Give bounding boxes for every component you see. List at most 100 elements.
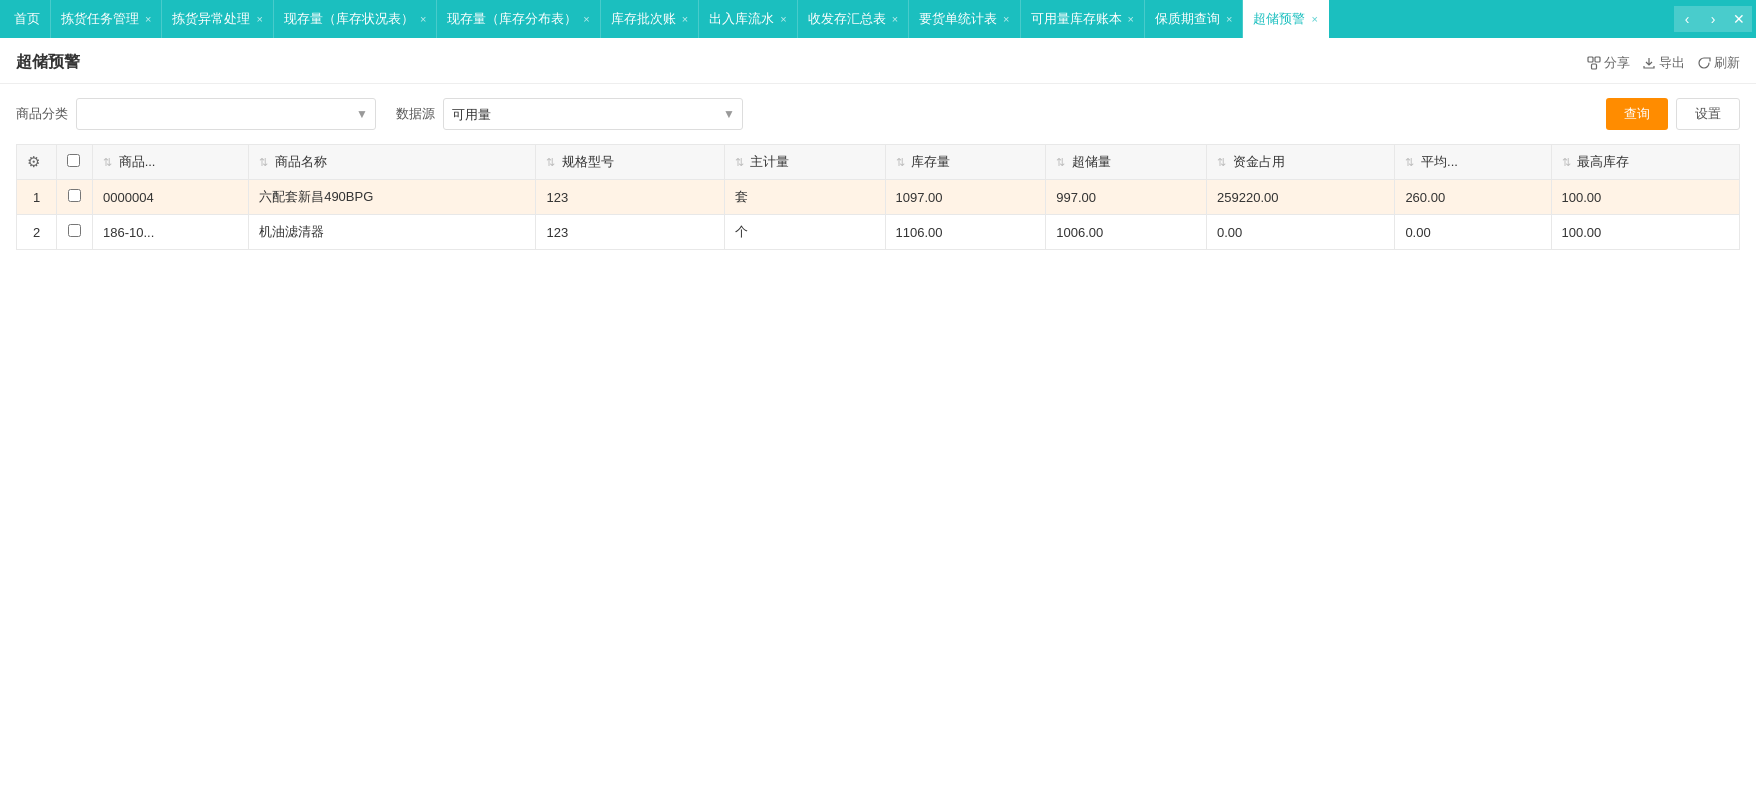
header-actions: 分享 导出 刷新 bbox=[1587, 54, 1740, 72]
category-filter: 商品分类 ▼ bbox=[16, 98, 376, 130]
cell-avg: 260.00 bbox=[1395, 180, 1551, 215]
datasource-label: 数据源 bbox=[396, 105, 435, 123]
cell-name: 六配套新昌490BPG bbox=[249, 180, 536, 215]
th-stock: ⇅ 库存量 bbox=[885, 145, 1046, 180]
nav-tab-inventory-dist[interactable]: 现存量（库存分布表） × bbox=[437, 0, 600, 38]
nav-prev-button[interactable]: ‹ bbox=[1674, 6, 1700, 32]
page-header: 超储预警 分享 导出 刷新 bbox=[0, 38, 1756, 84]
table-header: ⚙ ⇅ 商品... ⇅ 商品名称 ⇅ 规格型号 bbox=[17, 145, 1740, 180]
th-gear: ⚙ bbox=[17, 145, 57, 180]
nav-next-button[interactable]: › bbox=[1700, 6, 1726, 32]
close-icon[interactable]: × bbox=[1226, 13, 1232, 25]
refresh-button[interactable]: 刷新 bbox=[1697, 54, 1740, 72]
datasource-select[interactable]: 可用量 库存量 bbox=[443, 98, 743, 130]
row-number: 1 bbox=[17, 180, 57, 215]
nav-arrows: ‹ › ✕ bbox=[1674, 6, 1752, 32]
cell-spec: 123 bbox=[536, 215, 724, 250]
sort-icon: ⇅ bbox=[1217, 156, 1226, 168]
query-button[interactable]: 查询 bbox=[1606, 98, 1668, 130]
settings-button[interactable]: 设置 bbox=[1676, 98, 1740, 130]
svg-rect-2 bbox=[1592, 64, 1597, 69]
sort-icon: ⇅ bbox=[546, 156, 555, 168]
sort-icon: ⇅ bbox=[1056, 156, 1065, 168]
close-icon[interactable]: × bbox=[780, 13, 786, 25]
th-avg: ⇅ 平均... bbox=[1395, 145, 1551, 180]
column-settings-button[interactable]: ⚙ bbox=[27, 153, 40, 171]
nav-tab-inventory-status[interactable]: 现存量（库存状况表） × bbox=[274, 0, 437, 38]
row-number: 2 bbox=[17, 215, 57, 250]
export-icon bbox=[1642, 56, 1656, 70]
th-capital: ⇅ 资金占用 bbox=[1207, 145, 1395, 180]
cell-stock: 1097.00 bbox=[885, 180, 1046, 215]
cell-spec: 123 bbox=[536, 180, 724, 215]
table-row: 2 186-10... 机油滤清器 123 个 1106.00 1006.00 … bbox=[17, 215, 1740, 250]
sort-icon: ⇅ bbox=[259, 156, 268, 168]
row-checkbox[interactable] bbox=[68, 189, 81, 202]
th-code: ⇅ 商品... bbox=[93, 145, 249, 180]
th-unit: ⇅ 主计量 bbox=[724, 145, 885, 180]
close-icon[interactable]: × bbox=[1003, 13, 1009, 25]
table-row: 1 0000004 六配套新昌490BPG 123 套 1097.00 997.… bbox=[17, 180, 1740, 215]
share-icon bbox=[1587, 56, 1601, 70]
nav-tab-picking-task[interactable]: 拣货任务管理 × bbox=[51, 0, 162, 38]
nav-tab-batch[interactable]: 库存批次账 × bbox=[601, 0, 699, 38]
row-checkbox[interactable] bbox=[68, 224, 81, 237]
close-icon[interactable]: × bbox=[1128, 13, 1134, 25]
cell-avg: 0.00 bbox=[1395, 215, 1551, 250]
datasource-select-wrapper: 可用量 库存量 ▼ bbox=[443, 98, 743, 130]
sort-icon: ⇅ bbox=[1405, 156, 1414, 168]
cell-name: 机油滤清器 bbox=[249, 215, 536, 250]
close-icon[interactable]: × bbox=[1311, 13, 1317, 25]
sort-icon: ⇅ bbox=[103, 156, 112, 168]
cell-unit: 个 bbox=[724, 215, 885, 250]
cell-maxstock: 100.00 bbox=[1551, 180, 1739, 215]
cell-code: 186-10... bbox=[93, 215, 249, 250]
close-icon[interactable]: × bbox=[583, 13, 589, 25]
svg-rect-1 bbox=[1595, 57, 1600, 62]
share-button[interactable]: 分享 bbox=[1587, 54, 1630, 72]
cell-maxstock: 100.00 bbox=[1551, 215, 1739, 250]
th-name: ⇅ 商品名称 bbox=[249, 145, 536, 180]
cell-code: 0000004 bbox=[93, 180, 249, 215]
nav-tab-home[interactable]: 首页 bbox=[4, 0, 51, 38]
close-icon[interactable]: × bbox=[145, 13, 151, 25]
category-select[interactable] bbox=[76, 98, 376, 130]
table-body: 1 0000004 六配套新昌490BPG 123 套 1097.00 997.… bbox=[17, 180, 1740, 250]
nav-tab-summary[interactable]: 收发存汇总表 × bbox=[798, 0, 909, 38]
filter-area: 商品分类 ▼ 数据源 可用量 库存量 ▼ 查询 设置 bbox=[0, 84, 1756, 144]
th-overstock: ⇅ 超储量 bbox=[1046, 145, 1207, 180]
data-table: ⚙ ⇅ 商品... ⇅ 商品名称 ⇅ 规格型号 bbox=[16, 144, 1740, 250]
cell-unit: 套 bbox=[724, 180, 885, 215]
category-label: 商品分类 bbox=[16, 105, 68, 123]
th-checkbox bbox=[57, 145, 93, 180]
nav-tab-overstock[interactable]: 超储预警 × bbox=[1243, 0, 1328, 38]
table-wrapper: ⚙ ⇅ 商品... ⇅ 商品名称 ⇅ 规格型号 bbox=[0, 144, 1756, 250]
close-icon[interactable]: × bbox=[892, 13, 898, 25]
select-all-checkbox[interactable] bbox=[67, 154, 80, 167]
nav-close-button[interactable]: ✕ bbox=[1726, 6, 1752, 32]
refresh-icon bbox=[1697, 56, 1711, 70]
row-checkbox-cell bbox=[57, 215, 93, 250]
row-checkbox-cell bbox=[57, 180, 93, 215]
cell-overstock: 1006.00 bbox=[1046, 215, 1207, 250]
nav-tab-flow[interactable]: 出入库流水 × bbox=[699, 0, 797, 38]
category-select-wrapper: ▼ bbox=[76, 98, 376, 130]
sort-icon: ⇅ bbox=[735, 156, 744, 168]
cell-capital: 0.00 bbox=[1207, 215, 1395, 250]
close-icon[interactable]: × bbox=[420, 13, 426, 25]
cell-capital: 259220.00 bbox=[1207, 180, 1395, 215]
svg-rect-0 bbox=[1588, 57, 1593, 62]
th-maxstock: ⇅ 最高库存 bbox=[1551, 145, 1739, 180]
filter-actions: 查询 设置 bbox=[1606, 98, 1740, 130]
close-icon[interactable]: × bbox=[682, 13, 688, 25]
nav-tab-quality[interactable]: 保质期查询 × bbox=[1145, 0, 1243, 38]
nav-tab-requisition[interactable]: 要货单统计表 × bbox=[909, 0, 1020, 38]
nav-tab-available[interactable]: 可用量库存账本 × bbox=[1021, 0, 1145, 38]
export-button[interactable]: 导出 bbox=[1642, 54, 1685, 72]
page-content: 超储预警 分享 导出 刷新 bbox=[0, 38, 1756, 800]
close-icon[interactable]: × bbox=[256, 13, 262, 25]
cell-stock: 1106.00 bbox=[885, 215, 1046, 250]
top-navigation: 首页 拣货任务管理 × 拣货异常处理 × 现存量（库存状况表） × 现存量（库存… bbox=[0, 0, 1756, 38]
nav-tab-picking-exception[interactable]: 拣货异常处理 × bbox=[162, 0, 273, 38]
datasource-filter: 数据源 可用量 库存量 ▼ bbox=[396, 98, 743, 130]
